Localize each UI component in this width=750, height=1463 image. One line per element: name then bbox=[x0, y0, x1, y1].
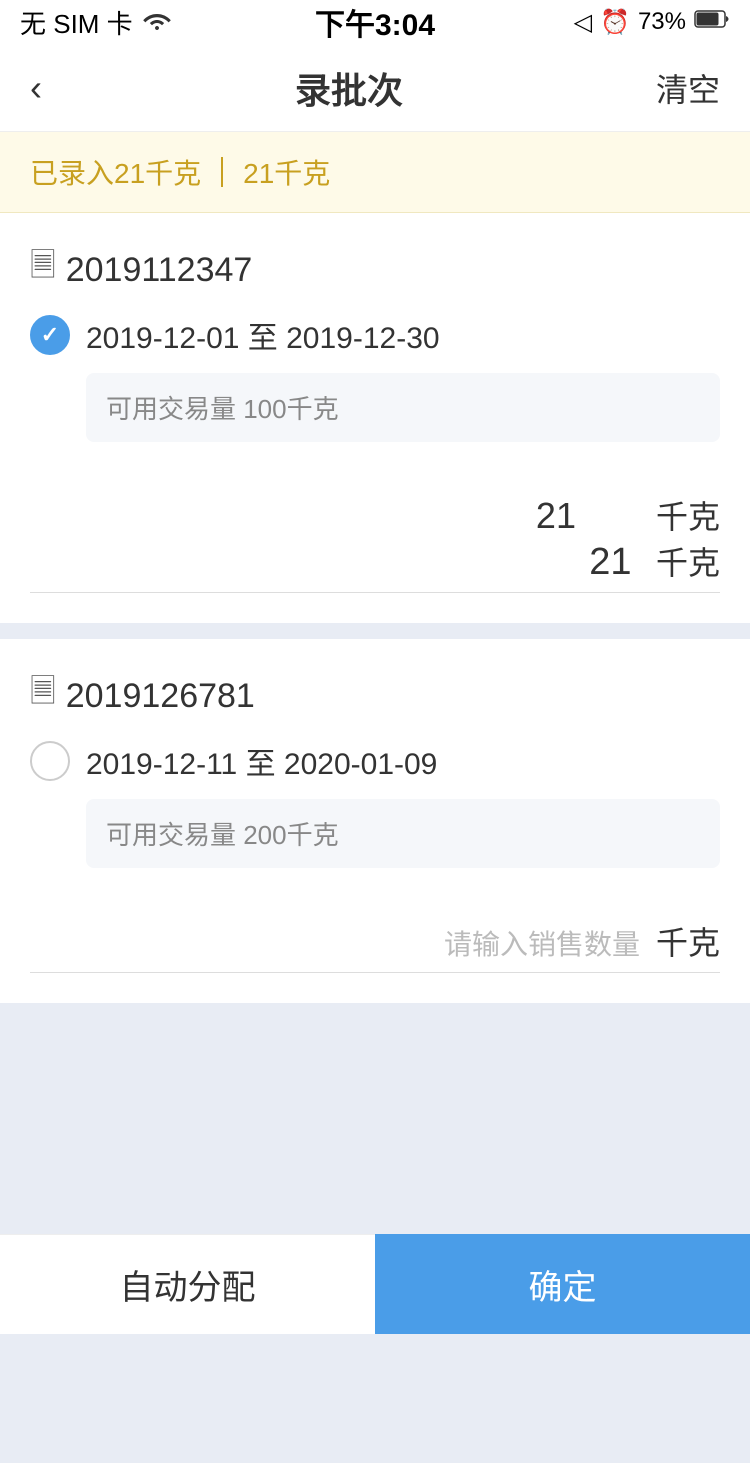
batch-icon-2: 🗏 bbox=[30, 669, 56, 723]
quantity-unit-1: 千克 bbox=[656, 492, 720, 538]
batch-number-1: 2019112347 bbox=[66, 251, 253, 290]
wifi-icon bbox=[143, 7, 171, 38]
status-time: 下午3:04 bbox=[315, 0, 435, 44]
recorded-value: 21千克 bbox=[243, 152, 330, 192]
battery-percent: 73% bbox=[638, 8, 686, 36]
back-button[interactable]: ‹ bbox=[30, 67, 42, 109]
quantity-underline-1 bbox=[30, 592, 720, 593]
quantity-placeholder-2: 请输入销售数量 bbox=[444, 923, 640, 963]
battery-icon bbox=[694, 8, 730, 36]
batch-date-1: 2019-12-01 至 2019-12-30 bbox=[86, 313, 440, 357]
batch-date-row-2: 2019-12-11 至 2020-01-09 bbox=[30, 739, 720, 783]
available-text-1: 可用交易量 100千克 bbox=[106, 394, 339, 424]
info-banner: 已录入21千克 21千克 bbox=[0, 132, 750, 213]
available-box-1: 可用交易量 100千克 bbox=[86, 373, 720, 442]
status-left: 无 SIM 卡 bbox=[20, 4, 171, 41]
footer: 自动分配 确定 bbox=[0, 1234, 750, 1334]
batch-number-2: 2019126781 bbox=[66, 677, 255, 716]
recorded-label: 已录入21千克 bbox=[30, 152, 201, 192]
quantity-display-1: 21 千克 bbox=[30, 492, 720, 538]
batch-item-1: 🗏 2019112347 2019-12-01 至 2019-12-30 可用交… bbox=[0, 213, 750, 482]
available-text-2: 可用交易量 200千克 bbox=[106, 820, 339, 850]
quantity-section-1: 21 千克 21 千克 bbox=[0, 482, 750, 623]
status-bar: 无 SIM 卡 下午3:04 ◁ ⏰ 73% bbox=[0, 0, 750, 44]
status-right: ◁ ⏰ 73% bbox=[574, 8, 730, 37]
batch-date-2: 2019-12-11 至 2020-01-09 bbox=[86, 739, 437, 783]
batch-header-2: 🗏 2019126781 bbox=[30, 669, 720, 723]
quantity-underline-2 bbox=[30, 972, 720, 973]
clear-button[interactable]: 清空 bbox=[656, 65, 720, 111]
batch-checkbox-1[interactable] bbox=[30, 315, 70, 355]
available-box-2: 可用交易量 200千克 bbox=[86, 799, 720, 868]
quantity-number-display: 21 bbox=[589, 541, 631, 583]
alarm-icon: ⏰ bbox=[600, 8, 630, 37]
info-divider bbox=[221, 157, 223, 187]
batch-item-2: 🗏 2019126781 2019-12-11 至 2020-01-09 可用交… bbox=[0, 639, 750, 908]
quantity-unit-2: 千克 bbox=[656, 918, 720, 964]
auto-distribute-button[interactable]: 自动分配 bbox=[0, 1234, 375, 1334]
quantity-value-1: 21 bbox=[536, 495, 576, 537]
batch-checkbox-2[interactable] bbox=[30, 741, 70, 781]
batch-icon-1: 🗏 bbox=[30, 243, 56, 297]
batch-header-1: 🗏 2019112347 bbox=[30, 243, 720, 297]
location-icon: ◁ bbox=[574, 8, 592, 37]
unit-label-1: 千克 bbox=[656, 545, 720, 581]
quantity-row-1[interactable]: 21 千克 bbox=[30, 538, 720, 584]
page-title: 录批次 bbox=[295, 62, 403, 114]
quantity-section-2: 请输入销售数量 千克 bbox=[0, 908, 750, 1003]
quantity-display-2[interactable]: 请输入销售数量 千克 bbox=[30, 918, 720, 964]
batch-date-row-1: 2019-12-01 至 2019-12-30 bbox=[30, 313, 720, 357]
confirm-button[interactable]: 确定 bbox=[375, 1234, 750, 1334]
bottom-spacer bbox=[0, 1003, 750, 1463]
nav-bar: ‹ 录批次 清空 bbox=[0, 44, 750, 132]
sim-label: 无 SIM 卡 bbox=[20, 4, 133, 41]
section-separator-1 bbox=[0, 623, 750, 639]
